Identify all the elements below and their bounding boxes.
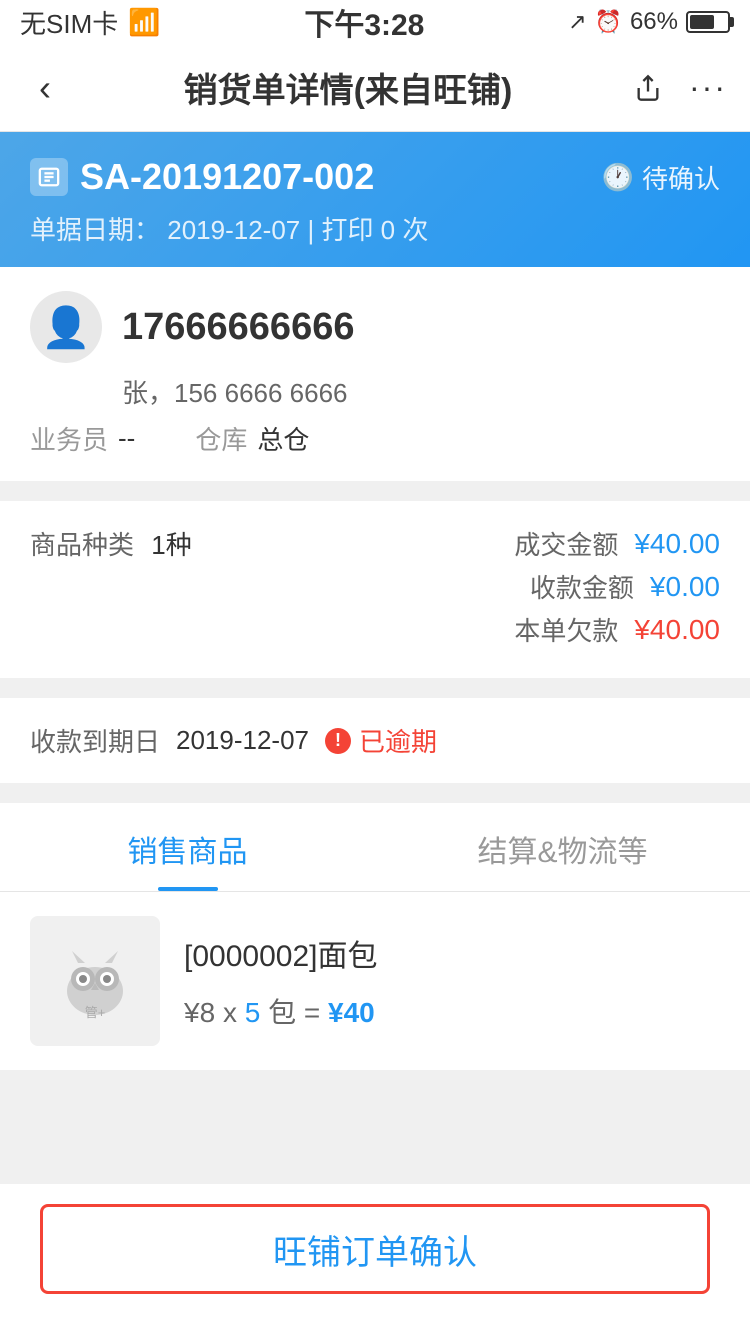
- tabs-container: 销售商品 结算&物流等: [0, 803, 750, 892]
- order-header: SA-20191207-002 🕐 待确认 单据日期： 2019-12-07 |…: [0, 132, 750, 267]
- amount-section: 商品种类 1种 成交金额 ¥40.00 收款金额 ¥0.00 本单欠款 ¥40.…: [0, 501, 750, 678]
- nav-actions: ···: [626, 66, 730, 110]
- status-text: 待确认: [642, 159, 720, 196]
- product-logo: 管+: [50, 941, 140, 1021]
- owed-value: ¥40.00: [634, 614, 720, 646]
- overdue-badge: ! 已逾期: [325, 722, 437, 759]
- warehouse-label: 仓库: [195, 420, 247, 457]
- customer-section: 👤 17666666666 张，156 6666 6666 业务员 -- 仓库 …: [0, 267, 750, 481]
- overdue-text: 已逾期: [359, 722, 437, 759]
- product-type-label: 商品种类: [30, 530, 134, 560]
- warehouse-item: 仓库 总仓: [195, 420, 309, 457]
- multiplier: x: [223, 997, 245, 1028]
- battery-icon: [686, 11, 730, 33]
- status-right: ↗ ⏰ 66%: [568, 8, 730, 36]
- tab-products[interactable]: 销售商品: [0, 803, 375, 891]
- location-icon: ↗: [568, 9, 586, 35]
- amount-row: 商品种类 1种 成交金额 ¥40.00 收款金额 ¥0.00 本单欠款 ¥40.…: [30, 525, 720, 654]
- product-info: [0000002]面包 ¥8 x 5 包 = ¥40: [184, 931, 720, 1031]
- total-price: ¥40: [328, 997, 375, 1028]
- overdue-label: 收款到期日: [30, 722, 160, 759]
- confirm-order-button[interactable]: 旺铺订单确认: [40, 1204, 710, 1294]
- tab-settlement[interactable]: 结算&物流等: [375, 803, 750, 891]
- battery-percent: 66%: [630, 8, 678, 36]
- wifi-icon: 📶: [128, 7, 160, 38]
- product-name: [0000002]面包: [184, 931, 720, 975]
- sales-rep-value: --: [118, 423, 135, 454]
- avatar: 👤: [30, 291, 102, 363]
- back-button[interactable]: ‹: [20, 63, 70, 113]
- transaction-amount: 成交金额 ¥40.00: [514, 525, 720, 562]
- price-per-unit: ¥8: [184, 997, 215, 1028]
- product-thumbnail: 管+: [30, 916, 160, 1046]
- owed-amount: 本单欠款 ¥40.00: [514, 611, 720, 648]
- received-amount: 收款金额 ¥0.00: [514, 568, 720, 605]
- sales-rep-label: 业务员: [30, 420, 108, 457]
- customer-top: 👤 17666666666: [30, 291, 720, 363]
- quantity: 5: [245, 997, 261, 1028]
- status-bar: 无SIM卡 📶 下午3:28 ↗ ⏰ 66%: [0, 0, 750, 44]
- alarm-icon: ⏰: [595, 9, 622, 35]
- order-id-icon: [30, 158, 68, 196]
- product-section: 管+ [0000002]面包 ¥8 x 5 包 = ¥40: [0, 892, 750, 1070]
- product-code: [0000002]: [184, 940, 317, 973]
- status-left: 无SIM卡 📶: [20, 4, 161, 41]
- nav-bar: ‹ 销货单详情(来自旺铺) ···: [0, 44, 750, 132]
- clock-icon: 🕐: [602, 162, 634, 193]
- overdue-section: 收款到期日 2019-12-07 ! 已逾期: [0, 698, 750, 783]
- unit: 包: [268, 997, 296, 1028]
- no-sim-text: 无SIM卡: [20, 4, 118, 41]
- page-title: 销货单详情(来自旺铺): [70, 63, 626, 112]
- product-item: 管+ [0000002]面包 ¥8 x 5 包 = ¥40: [0, 892, 750, 1070]
- order-id: SA-20191207-002: [30, 156, 374, 198]
- customer-name-phone: 张，156 6666 6666: [122, 373, 720, 410]
- warehouse-value: 总仓: [257, 420, 309, 457]
- product-type-value: 1种: [151, 530, 191, 560]
- sales-rep-item: 业务员 --: [30, 420, 135, 457]
- overdue-alert-icon: !: [325, 728, 351, 754]
- confirm-btn-area: 旺铺订单确认: [0, 1184, 750, 1334]
- received-value: ¥0.00: [650, 571, 720, 603]
- order-header-top: SA-20191207-002 🕐 待确认: [30, 156, 720, 198]
- share-button[interactable]: [626, 66, 670, 110]
- customer-meta: 业务员 -- 仓库 总仓: [30, 420, 720, 457]
- more-button[interactable]: ···: [686, 66, 730, 110]
- customer-phone: 17666666666: [122, 306, 354, 349]
- overdue-date: 2019-12-07: [176, 725, 309, 756]
- avatar-icon: 👤: [41, 304, 91, 351]
- order-status: 🕐 待确认: [602, 159, 720, 196]
- transaction-value: ¥40.00: [634, 528, 720, 560]
- order-date: 单据日期： 2019-12-07 | 打印 0 次: [30, 210, 720, 247]
- product-type-area: 商品种类 1种: [30, 525, 192, 562]
- equals: =: [304, 997, 328, 1028]
- svg-text:管+: 管+: [85, 1005, 106, 1020]
- status-time: 下午3:28: [304, 0, 424, 44]
- product-price: ¥8 x 5 包 = ¥40: [184, 991, 720, 1031]
- amount-right: 成交金额 ¥40.00 收款金额 ¥0.00 本单欠款 ¥40.00: [514, 525, 720, 654]
